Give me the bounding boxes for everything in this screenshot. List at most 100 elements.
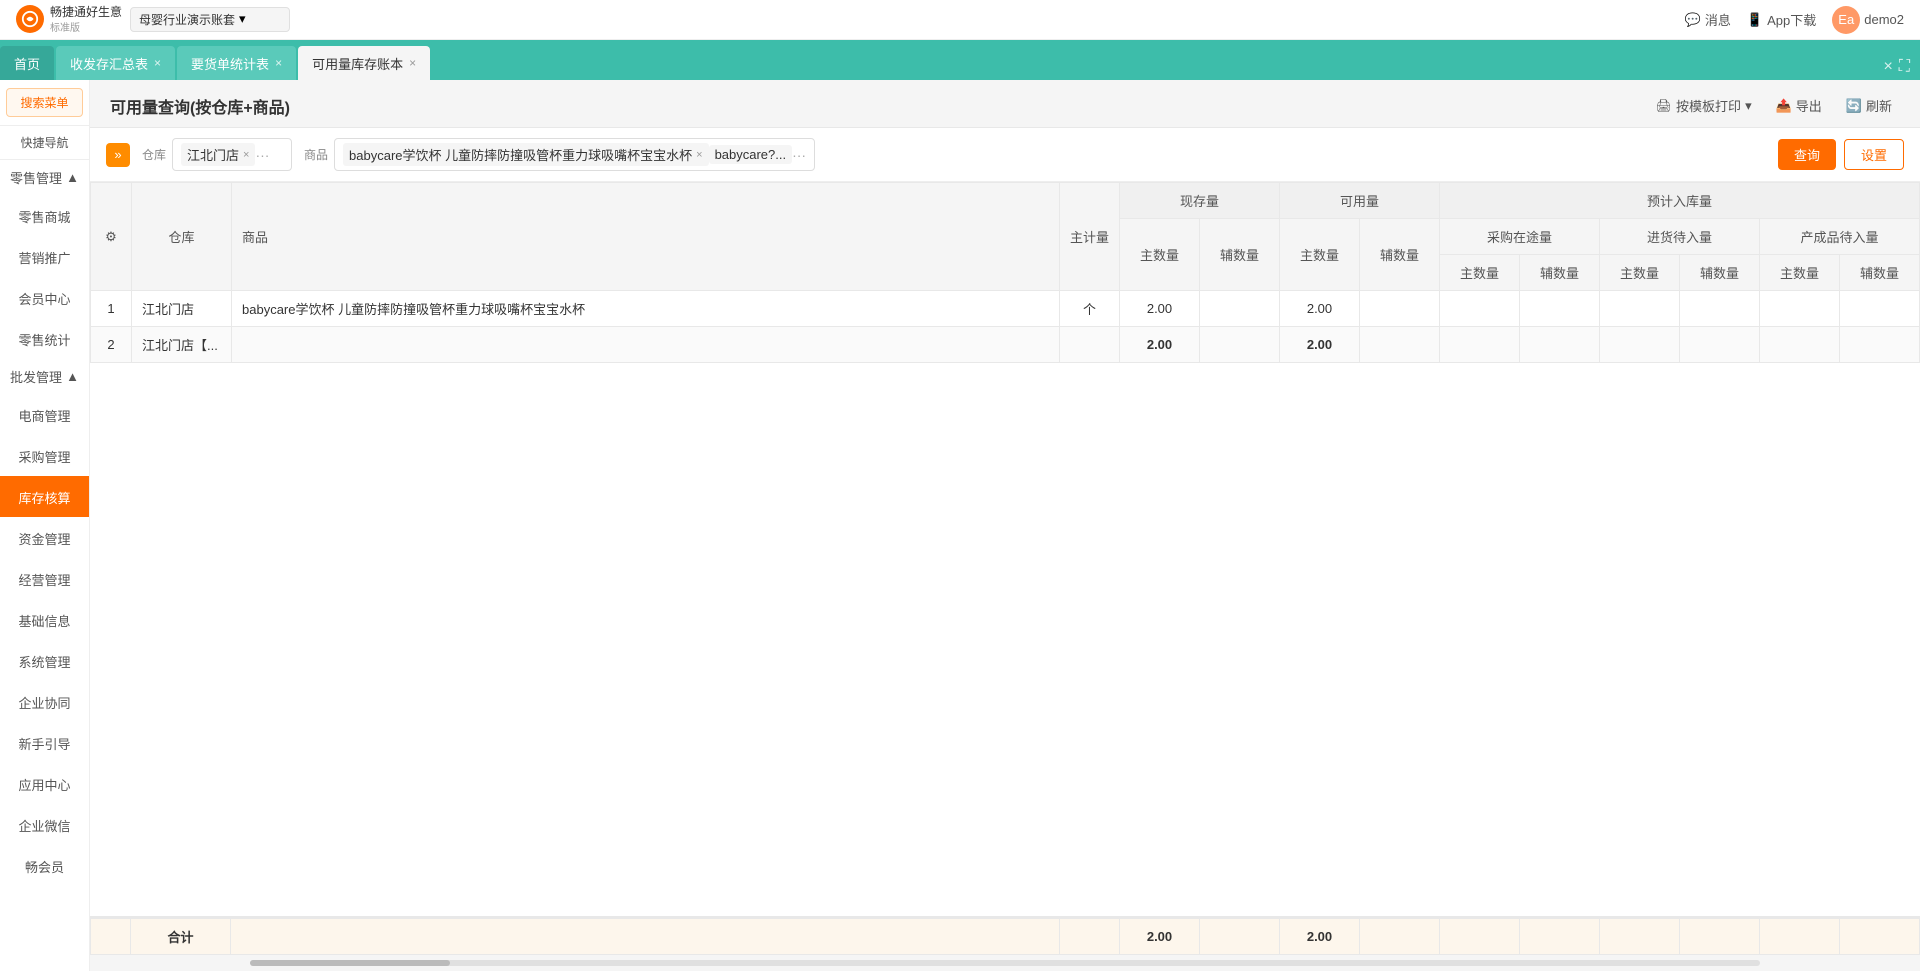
sidebar-item-finance[interactable]: 资金管理 (0, 517, 89, 558)
warehouse-filter-tag: 江北门店 × (181, 143, 255, 166)
row2-unit (1059, 327, 1119, 363)
th-production-main: 主数量 (1760, 255, 1840, 291)
summary-unit-empty (1060, 919, 1120, 955)
row2-purchase-main (1440, 327, 1520, 363)
org-selector[interactable]: 母婴行业演示账套 ▾ (130, 7, 290, 32)
warehouse-filter-group: 仓库 江北门店 × ··· (142, 138, 292, 171)
tab-order-stats[interactable]: 要货单统计表 × (177, 46, 296, 80)
summary-table: 合计 2.00 2.00 (90, 918, 1920, 955)
row2-purchase-aux (1520, 327, 1600, 363)
th-current-aux-qty: 辅数量 (1200, 219, 1280, 291)
filter-toggle-icon: » (114, 147, 121, 162)
sidebar-item-operation[interactable]: 经营管理 (0, 558, 89, 599)
tab-close-all-btn[interactable]: × (1883, 58, 1892, 76)
sidebar-item-basic-info[interactable]: 基础信息 (0, 599, 89, 640)
warehouse-filter-label: 仓库 (142, 146, 166, 163)
sidebar-item-system[interactable]: 系统管理 (0, 640, 89, 681)
sidebar-item-marketing[interactable]: 营销推广 (0, 236, 89, 277)
sidebar-enterprise-label: 企业协同 (0, 693, 89, 712)
filter-toggle-btn[interactable]: » (106, 143, 130, 167)
row1-purchase-main (1440, 291, 1520, 327)
tab-available-stock-close[interactable]: × (409, 56, 416, 70)
sidebar-item-retail-stats[interactable]: 零售统计 (0, 318, 89, 359)
sidebar-enterprise-wechat-label: 企业微信 (0, 816, 89, 835)
download-btn[interactable]: 📱 App下载 (1747, 10, 1816, 29)
summary-current-aux (1200, 919, 1280, 955)
row1-production-aux (1840, 291, 1920, 327)
sidebar-item-ecommerce[interactable]: 电商管理 (0, 394, 89, 435)
sidebar-marketing-label: 营销推广 (0, 248, 89, 267)
sidebar-section-retail[interactable]: 零售管理 ▲ (0, 160, 89, 195)
user-name: demo2 (1864, 12, 1904, 27)
tab-bar-right: × ⛶ (1883, 58, 1920, 80)
tab-available-stock[interactable]: 可用量库存账本 × (298, 46, 430, 80)
warehouse-filter-dots[interactable]: ··· (255, 147, 269, 163)
export-btn[interactable]: 📤 导出 (1768, 92, 1830, 119)
table-row: 2 江北门店【... 2.00 2.00 (91, 327, 1920, 363)
table-settings-icon[interactable]: ⚙ (101, 227, 121, 247)
tab-home[interactable]: 首页 (0, 46, 54, 80)
row1-incoming-main (1600, 291, 1680, 327)
th-purchase-main: 主数量 (1440, 255, 1520, 291)
sidebar-item-member[interactable]: 畅会员 (0, 845, 89, 886)
scrollbar-track (250, 960, 1760, 966)
row2-available-main: 2.00 (1280, 327, 1360, 363)
print-btn[interactable]: 🖨 按模板打印 ▾ (1648, 92, 1760, 119)
th-incoming: 预计入库量 (1440, 183, 1920, 219)
sidebar-item-retail-mall[interactable]: 零售商城 (0, 195, 89, 236)
data-table: ⚙ 仓库 商品 主计量 现存量 可用量 预计入库量 主数量 辅数量 主数量 辅数… (90, 182, 1920, 363)
product-filter-input[interactable]: babycare学饮杯 儿童防摔防撞吸管杯重力球吸嘴杯宝宝水杯 × babyca… (334, 138, 815, 171)
top-header: 畅捷通好生意 标准版 母婴行业演示账套 ▾ 💬 消息 📱 App下载 Ea de… (0, 0, 1920, 40)
refresh-btn[interactable]: 🔄 刷新 (1838, 92, 1900, 119)
tab-fullscreen-btn[interactable]: ⛶ (1899, 58, 1910, 76)
summary-available-main: 2.00 (1280, 919, 1360, 955)
th-production-pending: 产成品待入量 (1760, 219, 1920, 255)
product-tag1-value: babycare学饮杯 儿童防摔防撞吸管杯重力球吸嘴杯宝宝水杯 (349, 145, 692, 164)
product-tag1-close[interactable]: × (696, 149, 702, 161)
row1-current-main: 2.00 (1120, 291, 1200, 327)
sidebar-item-enterprise-wechat[interactable]: 企业微信 (0, 804, 89, 845)
th-available-aux-qty: 辅数量 (1360, 219, 1440, 291)
settings-btn[interactable]: 设置 (1844, 139, 1904, 170)
sidebar-item-member-center[interactable]: 会员中心 (0, 277, 89, 318)
scrollbar-thumb[interactable] (250, 960, 450, 966)
page-actions: 🖨 按模板打印 ▾ 📤 导出 🔄 刷新 (1648, 92, 1900, 119)
row2-incoming-aux (1680, 327, 1760, 363)
user-area[interactable]: Ea demo2 (1832, 6, 1904, 34)
sidebar-item-enterprise[interactable]: 企业协同 (0, 681, 89, 722)
warehouse-filter-input[interactable]: 江北门店 × ··· (172, 138, 292, 171)
org-name: 母婴行业演示账套 (139, 11, 235, 28)
messages-btn[interactable]: 💬 消息 (1685, 10, 1731, 29)
tab-available-stock-label: 可用量库存账本 (312, 54, 403, 73)
sidebar-item-new-guide[interactable]: 新手引导 (0, 722, 89, 763)
export-label: 导出 (1796, 96, 1822, 115)
row1-available-main: 2.00 (1280, 291, 1360, 327)
sidebar-ecommerce-label: 电商管理 (0, 406, 89, 425)
product-filter-dots[interactable]: ··· (792, 147, 806, 163)
row2-index: 2 (91, 327, 132, 363)
logo-text-area: 畅捷通好生意 标准版 (50, 5, 122, 34)
tab-order-stats-close[interactable]: × (275, 56, 282, 70)
tab-receive-send[interactable]: 收发存汇总表 × (56, 46, 175, 80)
product-filter-tag1: babycare学饮杯 儿童防摔防撞吸管杯重力球吸嘴杯宝宝水杯 × (343, 143, 709, 166)
th-product: 商品 (232, 183, 1060, 291)
sidebar-quick-nav[interactable]: 快捷导航 (0, 126, 89, 160)
tab-receive-send-close[interactable]: × (154, 56, 161, 70)
sidebar-retail-mall-label: 零售商城 (0, 207, 89, 226)
refresh-label: 刷新 (1866, 96, 1892, 115)
query-btn[interactable]: 查询 (1778, 139, 1836, 170)
sidebar-item-app-center[interactable]: 应用中心 (0, 763, 89, 804)
horizontal-scrollbar[interactable] (90, 955, 1920, 971)
sidebar-member-center-label: 会员中心 (0, 289, 89, 308)
product-tag2-value: babycare?... (715, 147, 787, 162)
tab-bar: 首页 收发存汇总表 × 要货单统计表 × 可用量库存账本 × × ⛶ (0, 40, 1920, 80)
sidebar-section-wholesale[interactable]: 批发管理 ▲ (0, 359, 89, 394)
sidebar-item-stock[interactable]: 库存核算 (0, 476, 89, 517)
avatar: Ea (1832, 6, 1860, 34)
export-icon: 📤 (1776, 98, 1792, 114)
sidebar-item-purchase[interactable]: 采购管理 (0, 435, 89, 476)
row2-production-aux (1840, 327, 1920, 363)
sidebar-finance-label: 资金管理 (0, 529, 89, 548)
warehouse-tag-close[interactable]: × (243, 149, 249, 161)
sidebar-search-btn[interactable]: 搜索菜单 (6, 88, 83, 117)
